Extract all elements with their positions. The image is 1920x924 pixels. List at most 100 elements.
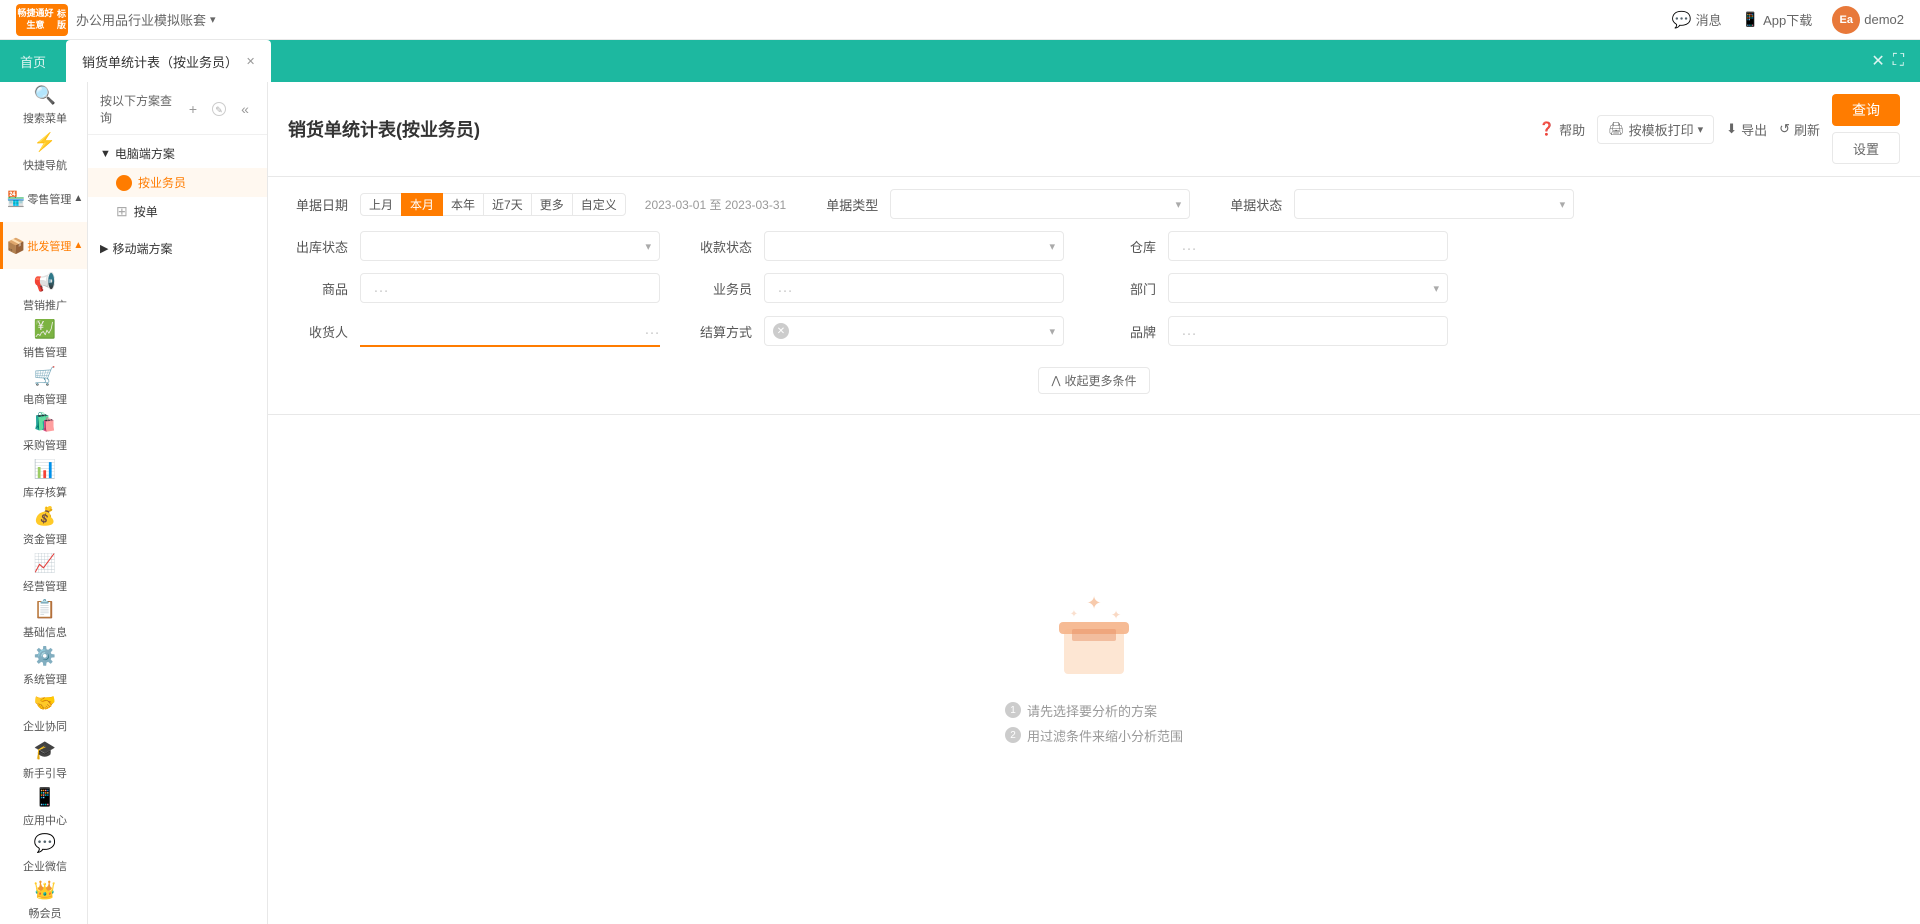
sales-icon: 💹 [34, 319, 56, 340]
date-btn-this-month[interactable]: 本月 [401, 193, 443, 216]
sidebar-item-ecommerce[interactable]: 🛒 电商管理 [0, 363, 87, 410]
sidebar-item-newbie[interactable]: 🎓 新手引导 [0, 737, 87, 784]
message-action[interactable]: 💬 消息 [1672, 10, 1722, 30]
goods-select[interactable]: … [360, 273, 660, 303]
app-logo: 畅捷通好生意 标版 [16, 4, 68, 36]
sidebar-item-marketing[interactable]: 📢 营销推广 [0, 269, 87, 316]
user-avatar-action[interactable]: Ea demo2 [1832, 6, 1904, 34]
settings-button[interactable]: 设置 [1832, 132, 1900, 164]
date-buttons: 上月 本月 本年 近7天 更多 自定义 [360, 193, 625, 216]
sidebar-item-system[interactable]: ⚙️ 系统管理 [0, 643, 87, 690]
scheme-group-mobile: ▶ 移动端方案 [88, 230, 267, 267]
sidebar-item-member[interactable]: 👑 畅会员 [0, 877, 87, 924]
template-print-action[interactable]: 🖨 按模板打印 ▾ [1597, 115, 1714, 144]
help-icon: ❓ [1539, 121, 1555, 137]
tab-maximize-icon[interactable]: ⛶ [1893, 52, 1904, 70]
empty-tip-2: 2 用过滤条件来缩小分析范围 [1005, 726, 1183, 745]
export-icon: ⬇ [1726, 121, 1737, 137]
doc-status-chevron: ▾ [1560, 198, 1566, 211]
sidebar-item-enterprise[interactable]: 🤝 企业协同 [0, 690, 87, 737]
export-action[interactable]: ⬇ 导出 [1726, 120, 1767, 139]
payment-select[interactable]: ▾ [764, 231, 1064, 261]
date-btn-more[interactable]: 更多 [531, 193, 573, 216]
sidebar-item-basic[interactable]: 📋 基础信息 [0, 597, 87, 644]
payment-chevron: ▾ [1049, 240, 1055, 253]
help-action[interactable]: ❓ 帮助 [1539, 120, 1585, 139]
inventory-icon: 📊 [34, 459, 56, 480]
sidebar-item-apps[interactable]: 📱 应用中心 [0, 784, 87, 831]
sidebar-item-search[interactable]: 🔍 搜索菜单 [0, 82, 87, 129]
sidebar-item-finance[interactable]: 💰 资金管理 [0, 503, 87, 550]
sidebar-item-purchase[interactable]: 🛍️ 采购管理 [0, 409, 87, 456]
doc-status-select[interactable]: ▾ [1294, 189, 1574, 219]
marketing-icon: 📢 [34, 272, 56, 293]
scheme-panel: 按以下方案查询 + ✎ « ▼ 电脑端方案 按业务员 [88, 82, 268, 924]
collapse-btn[interactable]: ⋀ 收起更多条件 [1038, 367, 1149, 394]
settlement-clear-btn[interactable]: ✕ [773, 323, 789, 339]
doc-type-label: 单据类型 [818, 195, 878, 214]
brand-select[interactable]: … [1168, 316, 1448, 346]
wholesale-expand-icon: ▲ [73, 240, 83, 251]
svg-text:✦: ✦ [1070, 609, 1078, 620]
page-title: 销货单统计表(按业务员) [288, 116, 480, 142]
app-subtitle[interactable]: 办公用品行业模拟账套 ▾ [76, 10, 216, 29]
query-button[interactable]: 查询 [1832, 94, 1900, 126]
outstock-chevron: ▾ [645, 240, 651, 253]
svg-text:✦: ✦ [1111, 608, 1121, 622]
scheme-group-mobile-header[interactable]: ▶ 移动端方案 [88, 234, 267, 263]
scheme-actions: + ✎ « [183, 99, 255, 119]
sidebar-item-shortcut[interactable]: ⚡ 快捷导航 [0, 129, 87, 176]
tab-home[interactable]: 首页 [0, 40, 66, 82]
tab-close-icon[interactable]: ✕ [246, 55, 255, 68]
filter-row-1: 单据日期 上月 本月 本年 近7天 更多 自定义 2023-03-01 至 20… [288, 189, 1900, 219]
receiver-dots: … [644, 321, 660, 339]
scheme-item-by-order[interactable]: ⊞ 按单 [88, 197, 267, 226]
warehouse-select[interactable]: … [1168, 231, 1448, 261]
retail-expand-icon: ▲ [73, 193, 83, 204]
tab-sales-stat[interactable]: 销货单统计表（按业务员） ✕ [66, 40, 271, 82]
dept-select[interactable]: ▾ [1168, 273, 1448, 303]
date-btn-last-7[interactable]: 近7天 [483, 193, 532, 216]
app-download-action[interactable]: 📱 App下载 [1742, 10, 1813, 29]
scheme-order-icon: ⊞ [116, 203, 128, 220]
date-btn-custom[interactable]: 自定义 [572, 193, 626, 216]
header-right: 💬 消息 📱 App下载 Ea demo2 [1672, 6, 1904, 34]
member-icon: 👑 [34, 880, 56, 901]
warehouse-label: 仓库 [1096, 237, 1156, 256]
sidebar-item-inventory[interactable]: 📊 库存核算 [0, 456, 87, 503]
tab-close-window-icon[interactable]: ✕ [1871, 51, 1884, 71]
scheme-item-by-salesperson[interactable]: 按业务员 [88, 168, 267, 197]
scheme-panel-header: 按以下方案查询 + ✎ « [88, 82, 267, 135]
scheme-group-pc-header[interactable]: ▼ 电脑端方案 [88, 139, 267, 168]
svg-text:✦: ✦ [1086, 593, 1101, 613]
salesperson-select[interactable]: … [764, 273, 1064, 303]
scheme-edit-btn[interactable]: ✎ [209, 99, 229, 119]
finance-icon: 💰 [34, 506, 56, 527]
collapse-icon: ⋀ [1051, 374, 1060, 387]
salesperson-label: 业务员 [692, 279, 752, 298]
date-btn-this-year[interactable]: 本年 [442, 193, 484, 216]
scheme-add-btn[interactable]: + [183, 99, 203, 119]
sidebar-item-retail[interactable]: 🏪 零售管理 ▲ [0, 176, 87, 223]
refresh-action[interactable]: ↺ 刷新 [1779, 120, 1820, 139]
doc-type-select[interactable]: ▾ [890, 189, 1190, 219]
page-header-top: 销货单统计表(按业务员) ❓ 帮助 🖨 按模板打印 ▾ ⬇ [288, 94, 1900, 164]
date-label: 单据日期 [288, 195, 348, 214]
sidebar-item-sales[interactable]: 💹 销售管理 [0, 316, 87, 363]
main-layout: 🔍 搜索菜单 ⚡ 快捷导航 🏪 零售管理 ▲ 📦 批发管理 ▲ 📢 营销推广 💹… [0, 82, 1920, 924]
date-btn-last-month[interactable]: 上月 [360, 193, 402, 216]
wechat-icon: 💬 [34, 833, 56, 854]
doc-status-label: 单据状态 [1222, 195, 1282, 214]
receiver-input[interactable] [360, 315, 640, 345]
warehouse-dots: … [1181, 237, 1197, 255]
sidebar-item-operation[interactable]: 📈 经营管理 [0, 550, 87, 597]
subtitle-dropdown-icon: ▾ [210, 13, 216, 26]
refresh-icon: ↺ [1779, 121, 1790, 137]
scheme-collapse-btn[interactable]: « [235, 99, 255, 119]
sidebar-item-wholesale[interactable]: 📦 批发管理 ▲ [0, 222, 87, 269]
sidebar: 🔍 搜索菜单 ⚡ 快捷导航 🏪 零售管理 ▲ 📦 批发管理 ▲ 📢 营销推广 💹… [0, 82, 88, 924]
outstock-select[interactable]: ▾ [360, 231, 660, 261]
settlement-select[interactable]: ✕ ▾ [764, 316, 1064, 346]
print-icon: 🖨 [1608, 121, 1625, 137]
sidebar-item-wechat[interactable]: 💬 企业微信 [0, 831, 87, 878]
